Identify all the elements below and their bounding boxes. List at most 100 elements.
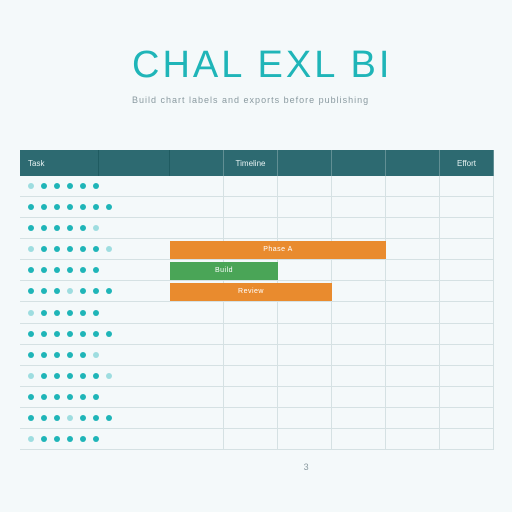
timeline-cell xyxy=(278,302,332,322)
timeline-cell xyxy=(278,197,332,217)
timeline-cell xyxy=(278,324,332,344)
dot-icon xyxy=(80,246,86,252)
timeline-cell xyxy=(440,302,494,322)
task-header-label: Task xyxy=(20,150,99,176)
task-dots xyxy=(20,246,170,252)
dot-icon xyxy=(41,183,47,189)
timeline-cell xyxy=(332,197,386,217)
timeline-cell xyxy=(170,408,224,428)
task-pane: Task xyxy=(20,150,170,450)
timeline-cell xyxy=(386,387,440,407)
dot-icon xyxy=(80,394,86,400)
task-row[interactable] xyxy=(20,408,170,429)
dot-icon xyxy=(41,352,47,358)
task-row[interactable] xyxy=(20,429,170,450)
timeline-cell xyxy=(278,408,332,428)
dot-icon xyxy=(54,373,60,379)
dot-icon xyxy=(28,246,34,252)
dot-icon xyxy=(93,310,99,316)
dot-icon xyxy=(67,331,73,337)
gantt-chart: Task TimelineEffort Phase ABuildReview 3 xyxy=(20,150,494,450)
dot-icon xyxy=(67,183,73,189)
timeline-cell xyxy=(278,176,332,196)
timeline-cell xyxy=(440,239,494,259)
dot-icon xyxy=(106,415,112,421)
task-row[interactable] xyxy=(20,176,170,197)
timeline-cell xyxy=(170,176,224,196)
dot-icon xyxy=(67,436,73,442)
dot-icon xyxy=(54,225,60,231)
dot-icon xyxy=(54,436,60,442)
dot-icon xyxy=(93,415,99,421)
dot-icon xyxy=(41,373,47,379)
task-dots xyxy=(20,436,170,442)
dot-icon xyxy=(93,267,99,273)
gantt-bar[interactable]: Review xyxy=(170,283,332,301)
timeline-cell xyxy=(332,387,386,407)
dot-icon xyxy=(28,183,34,189)
task-header: Task xyxy=(20,150,170,176)
timeline-cell xyxy=(440,176,494,196)
dot-icon xyxy=(41,394,47,400)
dot-icon xyxy=(41,246,47,252)
task-dots xyxy=(20,183,170,189)
dot-icon xyxy=(41,204,47,210)
task-row[interactable] xyxy=(20,260,170,281)
task-dots xyxy=(20,352,170,358)
task-row[interactable] xyxy=(20,281,170,302)
timeline-row xyxy=(170,387,494,408)
timeline-cell xyxy=(440,387,494,407)
task-row[interactable] xyxy=(20,324,170,345)
timeline-cell xyxy=(332,324,386,344)
timeline-cell xyxy=(440,429,494,449)
timeline-row xyxy=(170,429,494,450)
task-dots xyxy=(20,267,170,273)
dot-icon xyxy=(28,394,34,400)
timeline-cell xyxy=(278,366,332,386)
timeline-cell xyxy=(170,366,224,386)
dot-icon xyxy=(28,352,34,358)
task-row[interactable] xyxy=(20,218,170,239)
timeline-row xyxy=(170,324,494,345)
timeline-header-cell: Effort xyxy=(440,150,494,176)
timeline-cell xyxy=(278,429,332,449)
dot-icon xyxy=(67,204,73,210)
timeline-cell xyxy=(224,366,278,386)
gantt-bar[interactable]: Build xyxy=(170,262,278,280)
dot-icon xyxy=(41,225,47,231)
timeline-cell xyxy=(386,176,440,196)
task-row[interactable] xyxy=(20,302,170,323)
task-row[interactable] xyxy=(20,366,170,387)
timeline-cell xyxy=(278,218,332,238)
task-dots xyxy=(20,331,170,337)
task-row[interactable] xyxy=(20,239,170,260)
dot-icon xyxy=(106,204,112,210)
gantt-bar[interactable]: Phase A xyxy=(170,241,386,259)
dot-icon xyxy=(54,352,60,358)
timeline-cell xyxy=(332,281,386,301)
timeline-cell xyxy=(170,387,224,407)
timeline-cell xyxy=(386,345,440,365)
timeline-cell xyxy=(332,176,386,196)
task-row[interactable] xyxy=(20,345,170,366)
dot-icon xyxy=(80,288,86,294)
timeline-cell xyxy=(386,408,440,428)
title-area: CHAL EXL BI Build chart labels and expor… xyxy=(132,44,492,105)
task-dots xyxy=(20,415,170,421)
dot-icon xyxy=(80,204,86,210)
dot-icon xyxy=(93,352,99,358)
dot-icon xyxy=(93,183,99,189)
timeline-cell xyxy=(224,218,278,238)
dot-icon xyxy=(67,415,73,421)
dot-icon xyxy=(67,310,73,316)
timeline-cell xyxy=(440,345,494,365)
dot-icon xyxy=(28,310,34,316)
dot-icon xyxy=(93,225,99,231)
dot-icon xyxy=(41,288,47,294)
timeline-header-cell xyxy=(278,150,332,176)
task-row[interactable] xyxy=(20,197,170,218)
task-row[interactable] xyxy=(20,387,170,408)
timeline-cell xyxy=(224,408,278,428)
timeline-cell xyxy=(170,197,224,217)
timeline-cell xyxy=(332,408,386,428)
